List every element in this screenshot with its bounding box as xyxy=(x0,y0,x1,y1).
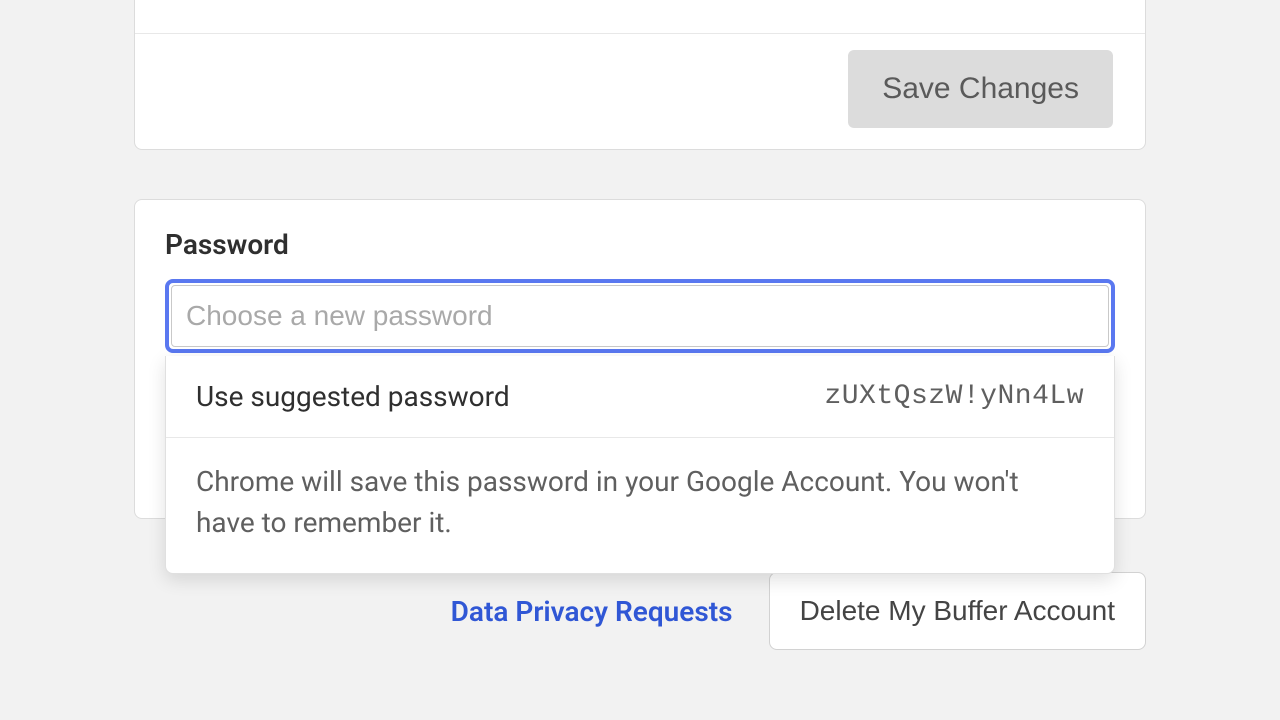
suggestion-label: Use suggested password xyxy=(196,380,510,413)
data-privacy-requests-link[interactable]: Data Privacy Requests xyxy=(445,572,739,650)
suggestion-description: Chrome will save this password in your G… xyxy=(166,438,1114,573)
delete-account-button[interactable]: Delete My Buffer Account xyxy=(769,572,1146,650)
card-footer: Save Changes xyxy=(135,34,1145,148)
settings-card-upper: Save Changes xyxy=(134,0,1146,150)
password-suggestion-dropdown: Use suggested password zUXtQszW!yNn4Lw C… xyxy=(165,356,1115,574)
password-label: Password xyxy=(165,228,1115,261)
account-footer-actions: Data Privacy Requests Delete My Buffer A… xyxy=(134,572,1146,650)
password-input[interactable] xyxy=(171,285,1109,347)
save-changes-button[interactable]: Save Changes xyxy=(848,50,1113,128)
use-suggested-password-row[interactable]: Use suggested password zUXtQszW!yNn4Lw xyxy=(166,356,1114,438)
password-input-focus-ring xyxy=(165,279,1115,353)
suggested-password-value: zUXtQszW!yNn4Lw xyxy=(824,381,1084,412)
